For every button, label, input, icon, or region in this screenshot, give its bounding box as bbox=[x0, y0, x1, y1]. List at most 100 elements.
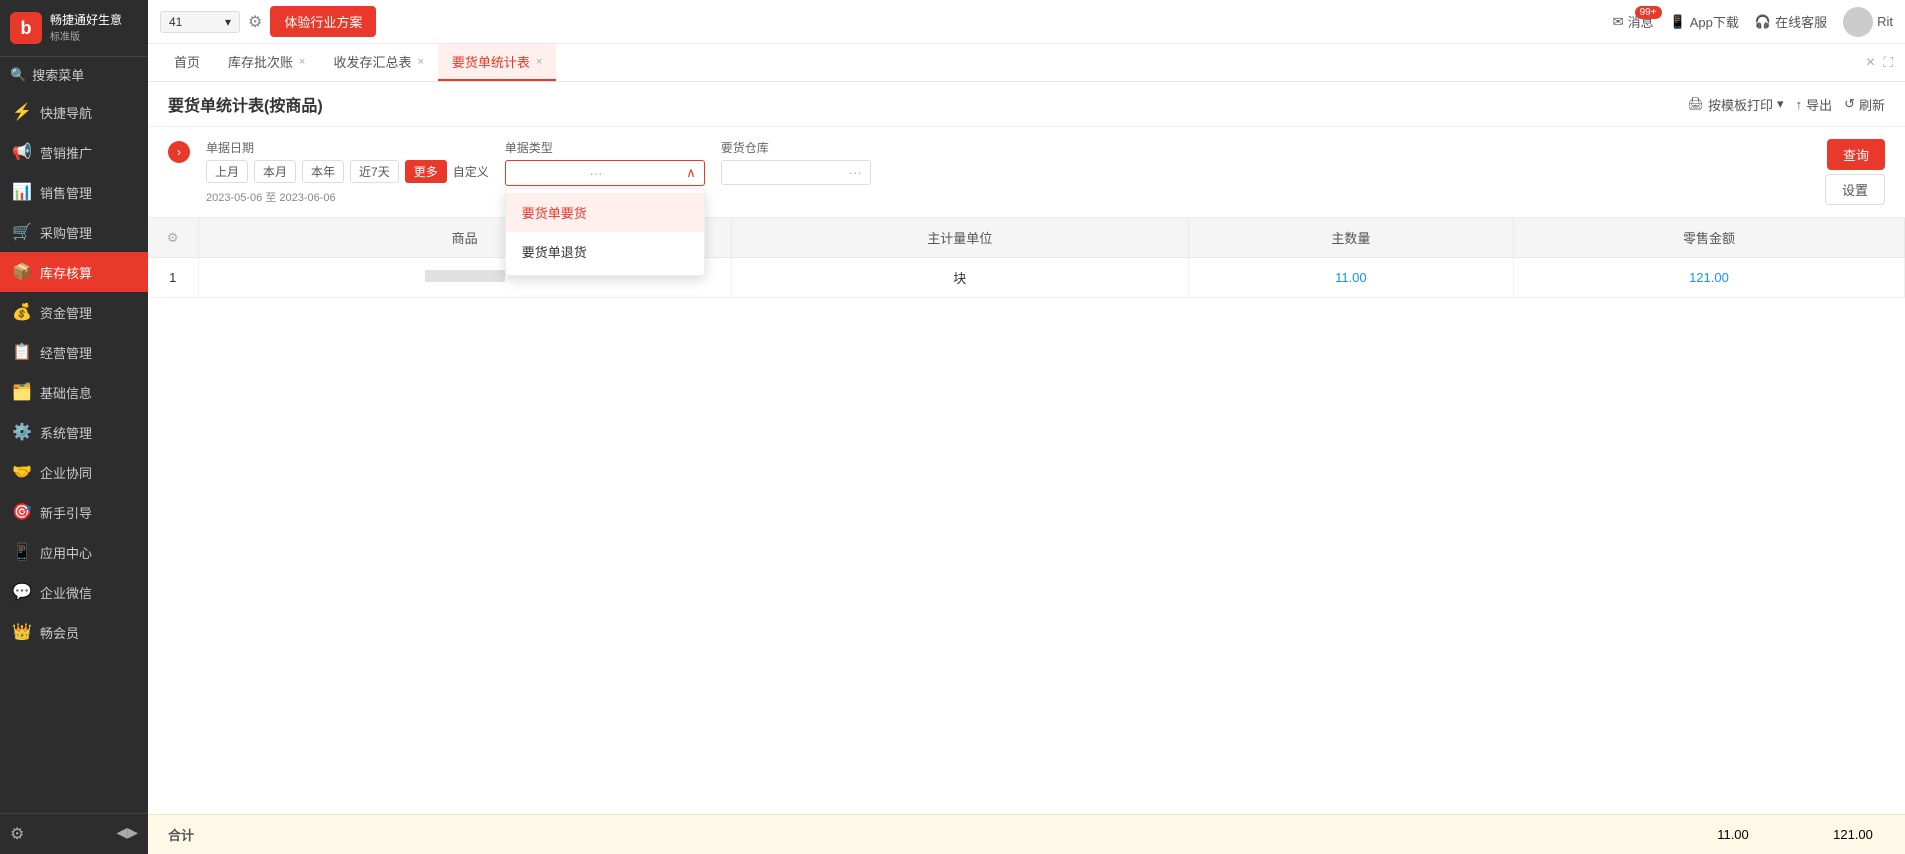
total-row: 合计 11.00 121.00 bbox=[148, 814, 1905, 854]
date-btn-this-month[interactable]: 本月 bbox=[254, 160, 296, 183]
filter-more-dots[interactable]: ··· bbox=[590, 166, 603, 181]
td-unit: 块 bbox=[731, 258, 1188, 298]
tab-batch-close[interactable]: × bbox=[299, 56, 305, 68]
guide-icon: 🎯 bbox=[12, 502, 32, 522]
sidebar-item-marketing[interactable]: 📢 营销推广 bbox=[0, 132, 148, 172]
trial-button[interactable]: 体验行业方案 bbox=[270, 6, 376, 37]
sidebar-item-label: 新手引导 bbox=[40, 503, 92, 522]
tab-summary[interactable]: 收发存汇总表 × bbox=[319, 44, 437, 81]
tab-home[interactable]: 首页 bbox=[160, 44, 214, 81]
logo-icon: b bbox=[10, 12, 42, 44]
search-label: 搜索菜单 bbox=[32, 65, 84, 84]
tab-batch[interactable]: 库存批次账 × bbox=[214, 44, 319, 81]
app-download-button[interactable]: 📱 App下载 bbox=[1670, 12, 1739, 31]
th-quantity: 主数量 bbox=[1188, 218, 1513, 258]
tab-bar-actions: × ⛶ bbox=[1866, 54, 1893, 72]
sidebar-item-label: 畅会员 bbox=[40, 623, 79, 642]
online-service-button[interactable]: 🎧 在线客服 bbox=[1755, 12, 1827, 31]
warehouse-filter-label: 要货仓库 bbox=[721, 139, 871, 156]
sidebar-item-appstore[interactable]: 📱 应用中心 bbox=[0, 532, 148, 572]
table-header-row: ⚙ 商品 主计量单位 主数量 零售金额 bbox=[148, 218, 1905, 258]
sidebar-nav: ⚡ 快捷导航 📢 营销推广 📊 销售管理 🛒 采购管理 📦 库存核算 💰 资金管… bbox=[0, 92, 148, 813]
export-button[interactable]: ↑ 导出 bbox=[1796, 95, 1833, 114]
export-icon: ↑ bbox=[1796, 97, 1803, 112]
tab-summary-close[interactable]: × bbox=[417, 56, 423, 68]
tab-order-stats-label: 要货单统计表 bbox=[452, 52, 530, 71]
warehouse-filter-input[interactable]: ··· bbox=[721, 160, 871, 185]
sidebar-item-enterprise[interactable]: 🤝 企业协同 bbox=[0, 452, 148, 492]
message-badge: 99+ bbox=[1635, 6, 1662, 19]
filter-actions: 查询 设置 bbox=[1825, 139, 1885, 205]
dropdown-item-order[interactable]: 要货单要货 bbox=[506, 193, 704, 232]
sidebar-item-label: 企业微信 bbox=[40, 583, 92, 602]
query-button[interactable]: 查询 bbox=[1827, 139, 1885, 170]
sidebar-item-guide[interactable]: 🎯 新手引导 bbox=[0, 492, 148, 532]
user-menu[interactable]: Rit bbox=[1843, 7, 1893, 37]
date-btn-this-year[interactable]: 本年 bbox=[302, 160, 344, 183]
topbar-left: 41 ▾ ⚙ 体验行业方案 bbox=[160, 6, 376, 37]
date-btn-last-month[interactable]: 上月 bbox=[206, 160, 248, 183]
dropdown-item-return[interactable]: 要货单退货 bbox=[506, 232, 704, 271]
operation-icon: 📋 bbox=[12, 342, 32, 362]
table-body: 1 块 11.00 121.00 bbox=[148, 258, 1905, 298]
filter-bar: › 单据日期 上月 本月 本年 近7天 更多 自定义 2023-05-06 至 … bbox=[148, 127, 1905, 218]
topbar-id-value: 41 bbox=[169, 15, 182, 29]
main-area: 41 ▾ ⚙ 体验行业方案 ✉ 消息 99+ 📱 App下载 🎧 在线客服 R bbox=[148, 0, 1905, 854]
sidebar-search[interactable]: 🔍 搜索菜单 bbox=[0, 57, 148, 92]
tab-order-stats[interactable]: 要货单统计表 × bbox=[438, 44, 556, 81]
type-filter-chevron[interactable]: ∧ bbox=[686, 165, 696, 181]
message-button[interactable]: ✉ 消息 99+ bbox=[1613, 12, 1654, 31]
settings-bottom-icon[interactable]: ⚙ bbox=[10, 824, 24, 844]
enterprise-icon: 🤝 bbox=[12, 462, 32, 482]
date-btn-more[interactable]: 更多 bbox=[405, 160, 447, 183]
sidebar: b 畅捷通好生意 标准版 🔍 搜索菜单 ⚡ 快捷导航 📢 营销推广 📊 销售管理… bbox=[0, 0, 148, 854]
date-btn-last-7-days[interactable]: 近7天 bbox=[350, 160, 399, 183]
td-seq: 1 bbox=[148, 258, 198, 298]
refresh-button[interactable]: ↺ 刷新 bbox=[1844, 95, 1885, 114]
topbar-settings-icon[interactable]: ⚙ bbox=[248, 12, 262, 32]
app-version: 标准版 bbox=[50, 28, 122, 43]
warehouse-filter-group: 要货仓库 ··· bbox=[721, 139, 871, 185]
settings-button[interactable]: 设置 bbox=[1825, 174, 1885, 205]
sidebar-item-basic[interactable]: 🗂️ 基础信息 bbox=[0, 372, 148, 412]
type-filter-dropdown: 要货单要货 要货单退货 bbox=[505, 188, 705, 276]
topbar-id-selector[interactable]: 41 ▾ bbox=[160, 11, 240, 33]
sidebar-item-label: 库存核算 bbox=[40, 263, 92, 282]
sidebar-item-shortcut[interactable]: ⚡ 快捷导航 bbox=[0, 92, 148, 132]
type-filter-input[interactable]: ··· ∧ bbox=[505, 160, 705, 186]
date-filter-label: 单据日期 bbox=[206, 139, 489, 156]
tab-expand-icon[interactable]: ⛶ bbox=[1883, 54, 1893, 71]
sidebar-item-finance[interactable]: 💰 资金管理 bbox=[0, 292, 148, 332]
sidebar-item-wechat[interactable]: 💬 企业微信 bbox=[0, 572, 148, 612]
sidebar-item-label: 采购管理 bbox=[40, 223, 92, 242]
wechat-icon: 💬 bbox=[12, 582, 32, 602]
type-filter-wrapper: ··· ∧ 要货单要货 要货单退货 bbox=[505, 160, 705, 186]
sidebar-item-system[interactable]: ⚙️ 系统管理 bbox=[0, 412, 148, 452]
collapse-bottom-icon[interactable]: ◀▶ bbox=[116, 824, 138, 844]
th-settings[interactable]: ⚙ bbox=[148, 218, 198, 258]
avatar bbox=[1843, 7, 1873, 37]
tab-close-all-icon[interactable]: × bbox=[1866, 54, 1875, 72]
warehouse-more-dots[interactable]: ··· bbox=[849, 165, 862, 180]
sidebar-item-inventory[interactable]: 📦 库存核算 bbox=[0, 252, 148, 292]
sidebar-item-purchase[interactable]: 🛒 采购管理 bbox=[0, 212, 148, 252]
page-title: 要货单统计表(按商品) bbox=[168, 92, 323, 116]
th-amount: 零售金额 bbox=[1513, 218, 1904, 258]
print-chevron: ▾ bbox=[1777, 96, 1784, 112]
tab-order-stats-close[interactable]: × bbox=[536, 56, 542, 68]
refresh-icon: ↺ bbox=[1844, 96, 1855, 112]
sidebar-item-operation[interactable]: 📋 经营管理 bbox=[0, 332, 148, 372]
sales-icon: 📊 bbox=[12, 182, 32, 202]
print-button[interactable]: 🖨 按模板打印 ▾ bbox=[1688, 95, 1784, 114]
user-name: Rit bbox=[1877, 14, 1893, 29]
sidebar-item-label: 销售管理 bbox=[40, 183, 92, 202]
date-custom-btn[interactable]: 自定义 bbox=[453, 163, 489, 180]
app-download-label: App下载 bbox=[1690, 12, 1739, 31]
filter-expand-button[interactable]: › bbox=[168, 141, 190, 163]
sidebar-item-label: 系统管理 bbox=[40, 423, 92, 442]
sidebar-item-member[interactable]: 👑 畅会员 bbox=[0, 612, 148, 652]
member-icon: 👑 bbox=[12, 622, 32, 642]
topbar-id-chevron: ▾ bbox=[225, 15, 231, 29]
sidebar-item-sales[interactable]: 📊 销售管理 bbox=[0, 172, 148, 212]
date-quick-buttons: 上月 本月 本年 近7天 更多 自定义 bbox=[206, 160, 489, 183]
